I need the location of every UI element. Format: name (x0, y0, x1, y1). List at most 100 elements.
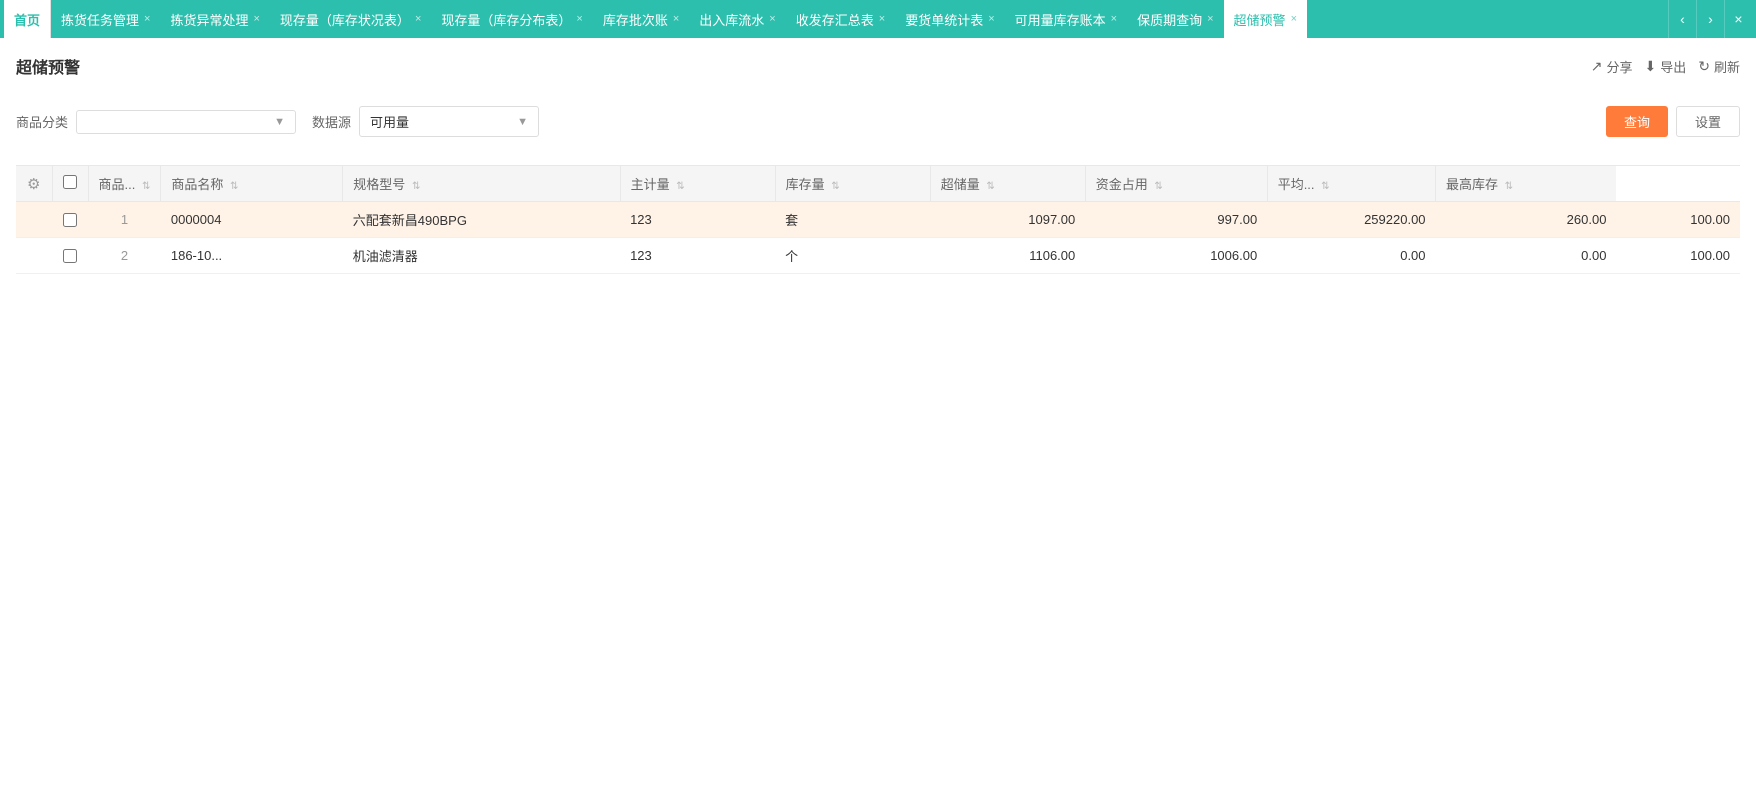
in-out-label: 出入库流水 (699, 10, 764, 29)
page-header: 超储预警 ↗ 分享 ⬇ 导出 ↻ 刷新 (16, 54, 1740, 78)
nav-tab-home[interactable]: 首页 (4, 0, 51, 38)
nav-tab-abnormal[interactable]: 拣货异常处理 × (160, 0, 269, 38)
row-stock: 1097.00 (930, 202, 1085, 238)
row-checkbox[interactable] (63, 213, 77, 227)
filter-buttons: 查询 设置 (1606, 106, 1740, 137)
row-stock: 1106.00 (930, 238, 1085, 274)
nav-tab-available[interactable]: 可用量库存账本 × (1005, 0, 1127, 38)
close-icon[interactable]: × (769, 13, 775, 25)
close-icon[interactable]: × (253, 13, 259, 25)
table-row: 2 186-10... 机油滤清器 123 个 1106.00 1006.00 … (16, 238, 1740, 274)
stock-batch-label: 库存批次账 (603, 10, 668, 29)
sort-icon: ⇅ (230, 181, 238, 192)
close-icon[interactable]: × (988, 13, 994, 25)
close-icon[interactable]: × (673, 13, 679, 25)
row-spec: 123 (620, 202, 775, 238)
datasource-select[interactable]: 可用量 ▼ (359, 106, 539, 137)
available-label: 可用量库存账本 (1015, 10, 1106, 29)
close-icon[interactable]: × (1207, 13, 1213, 25)
row-unit: 套 (775, 202, 930, 238)
quality-label: 保质期查询 (1137, 10, 1202, 29)
stock-status-label: 现存量（库存状况表） (280, 10, 410, 29)
max-stock-column-header[interactable]: 最高库存 ⇅ (1436, 166, 1617, 202)
close-icon[interactable]: × (1291, 13, 1297, 25)
row-max-stock: 100.00 (1616, 202, 1740, 238)
nav-tab-stock-dist[interactable]: 现存量（库存分布表） × (431, 0, 592, 38)
share-label: 分享 (1606, 57, 1632, 76)
refresh-label: 刷新 (1714, 57, 1740, 76)
row-capital: 0.00 (1267, 238, 1435, 274)
product-name-column-header[interactable]: 商品名称 ⇅ (161, 166, 343, 202)
datasource-value: 可用量 (370, 112, 409, 131)
row-gear (16, 202, 52, 238)
row-index: 1 (88, 202, 161, 238)
settings-button[interactable]: 设置 (1676, 106, 1740, 137)
nav-tab-requisition[interactable]: 要货单统计表 × (895, 0, 1004, 38)
spec-column-header[interactable]: 规格型号 ⇅ (343, 166, 620, 202)
category-arrow-icon: ▼ (274, 116, 285, 128)
product-code-column-header[interactable]: 商品... ⇅ (88, 166, 161, 202)
category-select[interactable]: ▼ (76, 110, 296, 134)
query-button[interactable]: 查询 (1606, 106, 1668, 137)
nav-tab-overstock[interactable]: 超储预警 × (1224, 0, 1307, 38)
unit-column-header[interactable]: 主计量 ⇅ (620, 166, 775, 202)
nav-tab-collect[interactable]: 收发存汇总表 × (786, 0, 895, 38)
gear-icon[interactable]: ⚙ (27, 176, 40, 193)
export-button[interactable]: ⬇ 导出 (1645, 57, 1687, 76)
close-icon[interactable]: × (415, 13, 421, 25)
row-overstock: 1006.00 (1085, 238, 1267, 274)
sort-icon: ⇅ (676, 181, 684, 192)
overstock-column-header[interactable]: 超储量 ⇅ (930, 166, 1085, 202)
top-navigation: 首页 拣货任务管理 × 拣货异常处理 × 现存量（库存状况表） × 现存量（库存… (0, 0, 1756, 38)
table-body: 1 0000004 六配套新昌490BPG 123 套 1097.00 997.… (16, 202, 1740, 274)
stock-column-header[interactable]: 库存量 ⇅ (775, 166, 930, 202)
row-checkbox[interactable] (63, 249, 77, 263)
close-icon[interactable]: × (879, 13, 885, 25)
row-checkbox-cell (52, 238, 88, 274)
nav-arrow-left[interactable]: ‹ (1668, 0, 1696, 38)
nav-tab-tasks[interactable]: 拣货任务管理 × (51, 0, 160, 38)
sort-icon: ⇅ (412, 181, 420, 192)
export-label: 导出 (1660, 57, 1686, 76)
datasource-filter: 数据源 可用量 ▼ (312, 106, 539, 137)
close-icon[interactable]: × (576, 13, 582, 25)
row-capital: 259220.00 (1267, 202, 1435, 238)
avg-column-header[interactable]: 平均... ⇅ (1267, 166, 1435, 202)
close-icon[interactable]: × (1111, 13, 1117, 25)
row-product-name: 机油滤清器 (343, 238, 620, 274)
datasource-label: 数据源 (312, 112, 351, 131)
nav-tab-stock-status[interactable]: 现存量（库存状况表） × (270, 0, 431, 38)
sort-icon: ⇅ (142, 181, 150, 192)
select-all-checkbox[interactable] (63, 175, 77, 189)
sort-icon: ⇅ (1505, 181, 1513, 192)
refresh-button[interactable]: ↻ 刷新 (1698, 57, 1740, 76)
overstock-label: 超储预警 (1234, 10, 1286, 29)
tasks-label: 拣货任务管理 (61, 10, 139, 29)
datasource-arrow-icon: ▼ (517, 116, 528, 128)
collect-label: 收发存汇总表 (796, 10, 874, 29)
nav-tab-in-out[interactable]: 出入库流水 × (689, 0, 785, 38)
row-product-code: 0000004 (161, 202, 343, 238)
header-actions: ↗ 分享 ⬇ 导出 ↻ 刷新 (1591, 57, 1740, 76)
share-button[interactable]: ↗ 分享 (1591, 57, 1633, 76)
filter-area: 商品分类 ▼ 数据源 可用量 ▼ 查询 设置 (16, 94, 1740, 149)
header-row: ⚙ 商品... ⇅ 商品名称 ⇅ 规格型号 ⇅ 主计量 (16, 166, 1740, 202)
row-checkbox-cell (52, 202, 88, 238)
main-content: 超储预警 ↗ 分享 ⬇ 导出 ↻ 刷新 商品分类 ▼ 数据源 (0, 38, 1756, 800)
row-avg: 0.00 (1436, 238, 1617, 274)
nav-arrow-right[interactable]: › (1696, 0, 1724, 38)
nav-tab-quality[interactable]: 保质期查询 × (1127, 0, 1223, 38)
table-header: ⚙ 商品... ⇅ 商品名称 ⇅ 规格型号 ⇅ 主计量 (16, 166, 1740, 202)
sort-icon: ⇅ (1154, 181, 1162, 192)
sort-icon: ⇅ (831, 181, 839, 192)
refresh-icon: ↻ (1698, 58, 1710, 75)
capital-column-header[interactable]: 资金占用 ⇅ (1085, 166, 1267, 202)
close-icon[interactable]: × (144, 13, 150, 25)
sort-icon: ⇅ (1321, 181, 1329, 192)
table-row: 1 0000004 六配套新昌490BPG 123 套 1097.00 997.… (16, 202, 1740, 238)
nav-arrow-more[interactable]: × (1724, 0, 1752, 38)
requisition-label: 要货单统计表 (905, 10, 983, 29)
nav-tab-stock-batch[interactable]: 库存批次账 × (593, 0, 689, 38)
home-label: 首页 (14, 10, 40, 29)
row-max-stock: 100.00 (1616, 238, 1740, 274)
